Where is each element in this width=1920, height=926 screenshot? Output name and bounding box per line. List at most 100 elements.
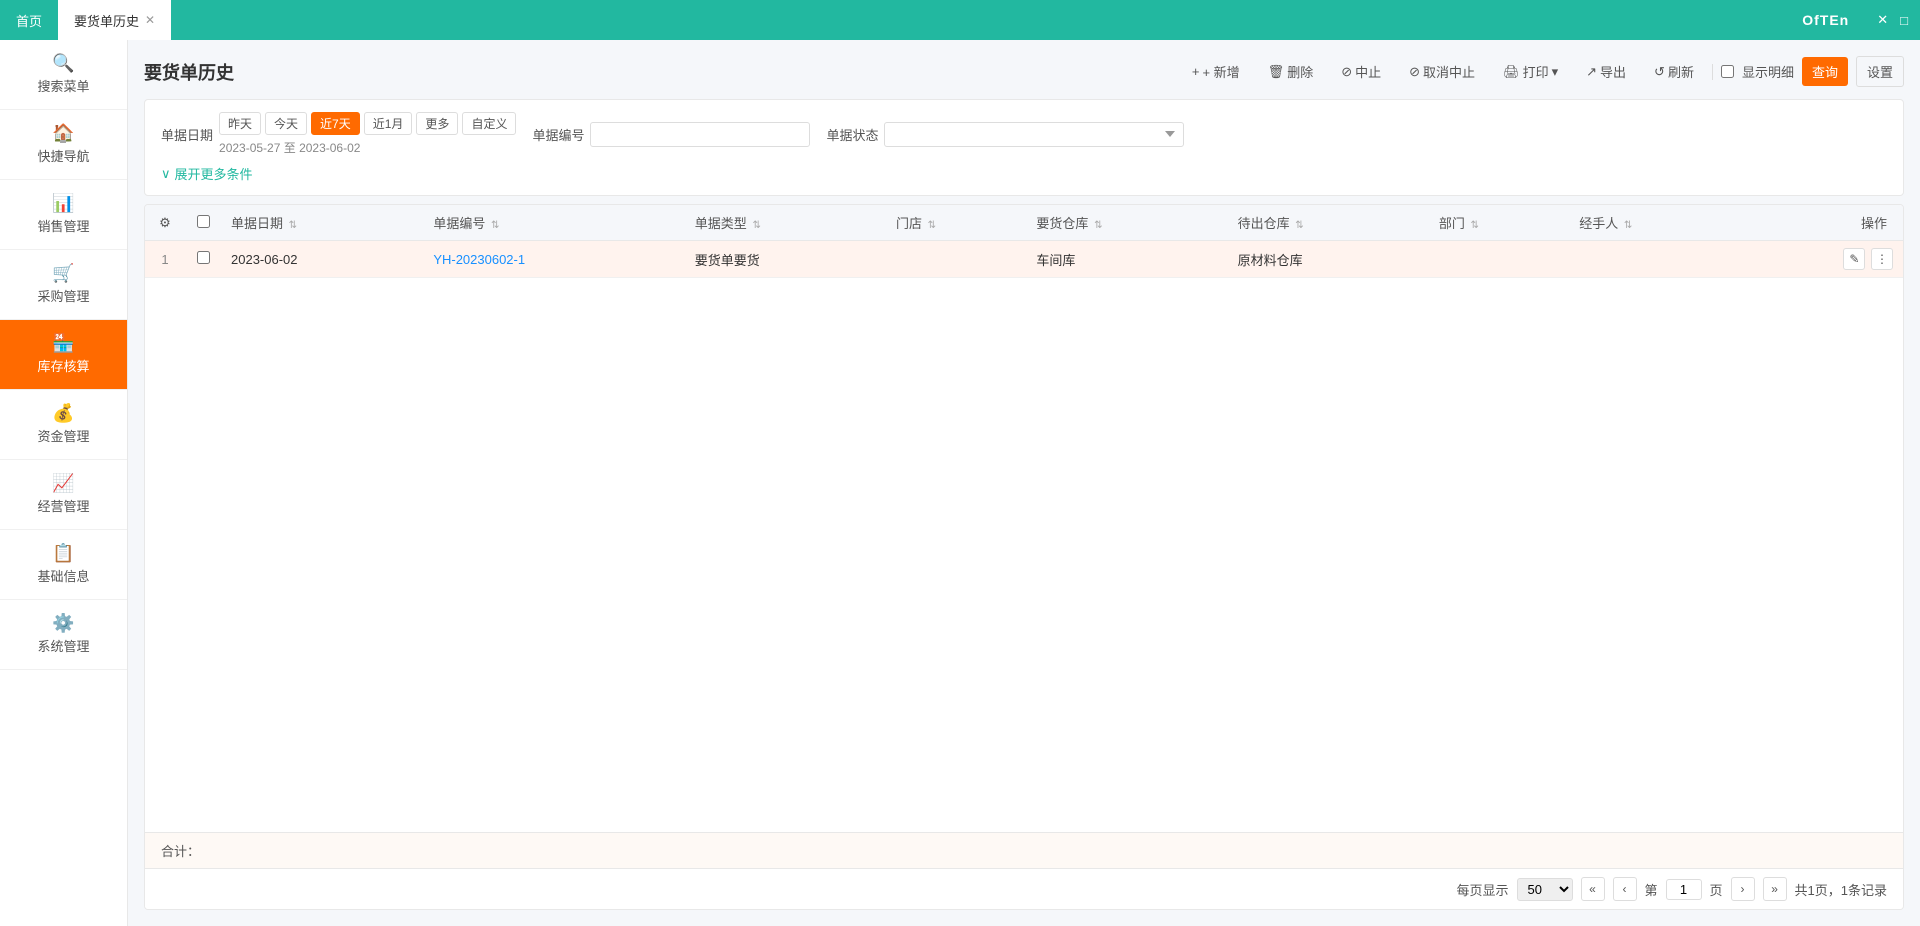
date-btn-7days[interactable]: 近7天	[311, 112, 360, 135]
home-icon: 🏠	[52, 124, 74, 142]
date-btn-yesterday[interactable]: 昨天	[219, 112, 261, 135]
settings-button[interactable]: 设置	[1856, 56, 1904, 87]
delete-icon: 🗑	[1268, 64, 1285, 80]
sidebar-item-operations[interactable]: 📈 经营管理	[0, 460, 127, 530]
col-date[interactable]: 单据日期 ⇅	[221, 205, 423, 241]
col-doctype-sort-icon: ⇅	[752, 220, 760, 231]
sidebar-label-search: 搜索菜单	[37, 76, 89, 95]
select-all-checkbox[interactable]	[197, 215, 210, 228]
new-label: + 新增	[1202, 62, 1239, 81]
toolbar-divider	[1712, 64, 1713, 80]
page-header: 要货单历史 + + 新增 🗑 删除 ⊘ 中止 ⊘ 取消中止	[144, 56, 1904, 87]
tab-requisition-history[interactable]: 要货单历史 ✕	[58, 0, 171, 40]
tab-home-label: 首页	[16, 11, 42, 30]
new-icon: +	[1192, 64, 1200, 79]
status-filter-group: 单据状态	[826, 122, 1226, 147]
row-checkbox[interactable]	[197, 251, 210, 264]
window-maximize-icon[interactable]: □	[1900, 13, 1908, 28]
row-store	[886, 241, 1026, 278]
delete-button[interactable]: 🗑 删除	[1258, 57, 1324, 86]
col-store-label: 门店	[896, 216, 922, 231]
summary-label: 合计：	[161, 841, 200, 860]
row-edit-button[interactable]: ✎	[1843, 248, 1865, 270]
pagination-bar: 每页显示 50 20 100 « ‹ 第 页 › » 共1页，1条记录	[145, 868, 1903, 909]
sidebar-item-system[interactable]: ⚙️ 系统管理	[0, 600, 127, 670]
sidebar-item-basicinfo[interactable]: 📋 基础信息	[0, 530, 127, 600]
close-tab-icon[interactable]: ✕	[145, 13, 155, 27]
data-table-container: ⚙ 单据日期 ⇅ 单据编号 ⇅	[144, 204, 1904, 910]
status-select[interactable]	[884, 122, 1184, 147]
col-docno-sort-icon: ⇅	[491, 220, 499, 231]
col-date-label: 单据日期	[231, 216, 283, 231]
date-btn-custom[interactable]: 自定义	[462, 112, 516, 135]
export-icon: ↗	[1586, 64, 1597, 80]
col-handler[interactable]: 经手人 ⇅	[1569, 205, 1740, 241]
content-area: 要货单历史 + + 新增 🗑 删除 ⊘ 中止 ⊘ 取消中止	[128, 40, 1920, 926]
system-icon: ⚙️	[52, 614, 74, 632]
stop-button[interactable]: ⊘ 中止	[1331, 57, 1391, 86]
sidebar-label-finance: 资金管理	[37, 426, 89, 445]
col-doctype[interactable]: 单据类型 ⇅	[685, 205, 886, 241]
col-store-sort-icon: ⇅	[928, 220, 936, 231]
page-prev-button[interactable]: ‹	[1613, 877, 1637, 901]
docno-input[interactable]	[590, 122, 810, 147]
sidebar-item-quicknav[interactable]: 🏠 快捷导航	[0, 110, 127, 180]
expand-more-button[interactable]: ∨ 展开更多条件	[161, 164, 1887, 183]
col-req-warehouse[interactable]: 要货仓库 ⇅	[1026, 205, 1227, 241]
window-close-icon[interactable]: ✕	[1877, 12, 1888, 28]
col-handler-sort-icon: ⇅	[1624, 220, 1632, 231]
row-docno-link[interactable]: YH-20230602-1	[433, 252, 525, 267]
col-dept-label: 部门	[1439, 216, 1465, 231]
show-detail-checkbox[interactable]	[1721, 65, 1734, 78]
query-button[interactable]: 查询	[1802, 57, 1848, 86]
col-pending-warehouse[interactable]: 待出仓库 ⇅	[1228, 205, 1429, 241]
row-checkbox-cell	[185, 241, 221, 278]
delete-label: 删除	[1287, 62, 1313, 81]
export-button[interactable]: ↗ 导出	[1576, 57, 1636, 86]
page-label-prefix: 第	[1645, 880, 1658, 899]
col-docno-label: 单据编号	[433, 216, 485, 231]
export-label: 导出	[1600, 62, 1626, 81]
sidebar-label-basicinfo: 基础信息	[37, 566, 89, 585]
page-input[interactable]	[1666, 879, 1702, 900]
sidebar-item-purchase[interactable]: 🛒 采购管理	[0, 250, 127, 320]
sidebar-label-inventory: 库存核算	[37, 356, 89, 375]
per-page-select[interactable]: 50 20 100	[1517, 878, 1573, 901]
tab-home[interactable]: 首页	[0, 0, 58, 40]
page-first-button[interactable]: «	[1581, 877, 1605, 901]
sales-icon: 📊	[52, 194, 74, 212]
row-more-button[interactable]: ⋮	[1871, 248, 1893, 270]
page-last-button[interactable]: »	[1763, 877, 1787, 901]
col-settings[interactable]: ⚙	[145, 205, 185, 241]
refresh-button[interactable]: ↺ 刷新	[1644, 57, 1704, 86]
sidebar-label-operations: 经营管理	[37, 496, 89, 515]
sidebar-item-inventory[interactable]: 🏪 库存核算	[0, 320, 127, 390]
col-store[interactable]: 门店 ⇅	[886, 205, 1026, 241]
expand-icon: ∨	[161, 166, 171, 182]
sidebar-item-search[interactable]: 🔍 搜索菜单	[0, 40, 127, 110]
row-date: 2023-06-02	[221, 241, 423, 278]
purchase-icon: 🛒	[52, 264, 74, 282]
date-filter-label: 单据日期	[161, 125, 213, 144]
col-docno[interactable]: 单据编号 ⇅	[423, 205, 684, 241]
show-detail-toggle[interactable]: 显示明细	[1721, 62, 1794, 81]
date-btn-today[interactable]: 今天	[265, 112, 307, 135]
col-dept[interactable]: 部门 ⇅	[1429, 205, 1569, 241]
table-row: 1 2023-06-02 YH-20230602-1 要货单要货 车间库	[145, 241, 1903, 278]
date-buttons: 昨天 今天 近7天 近1月 更多 自定义	[219, 112, 516, 135]
tab-list: 首页 要货单历史 ✕	[0, 0, 171, 40]
table-footer: 合计：	[145, 832, 1903, 868]
print-button[interactable]: 🖨 打印 ▾	[1493, 57, 1568, 86]
page-next-button[interactable]: ›	[1731, 877, 1755, 901]
sidebar-item-sales[interactable]: 📊 销售管理	[0, 180, 127, 250]
date-btn-more[interactable]: 更多	[416, 112, 458, 135]
print-icon: 🖨	[1503, 64, 1520, 80]
date-btn-1month[interactable]: 近1月	[364, 112, 413, 135]
new-button[interactable]: + + 新增	[1182, 57, 1250, 86]
col-handler-label: 经手人	[1579, 216, 1618, 231]
expand-label: 展开更多条件	[175, 164, 253, 183]
inventory-icon: 🏪	[52, 334, 74, 352]
sidebar-label-sales: 销售管理	[37, 216, 89, 235]
cancel-stop-button[interactable]: ⊘ 取消中止	[1399, 57, 1485, 86]
sidebar-item-finance[interactable]: 💰 资金管理	[0, 390, 127, 460]
